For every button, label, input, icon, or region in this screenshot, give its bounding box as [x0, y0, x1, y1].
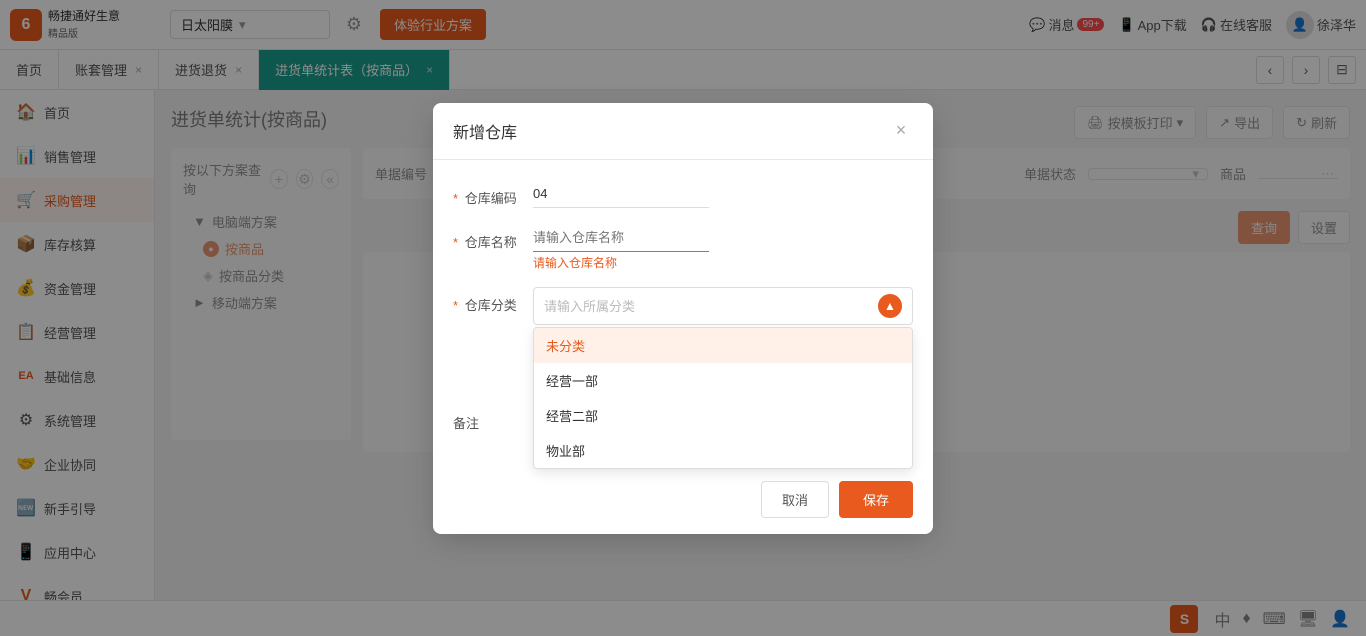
category-placeholder: 请输入所属分类: [544, 296, 635, 315]
code-label: * 仓库编码: [453, 180, 533, 207]
code-field-row: * 仓库编码: [453, 180, 913, 208]
new-warehouse-modal: 新增仓库 × * 仓库编码 * 仓库名称: [433, 103, 933, 534]
remark-label: 备注: [453, 405, 533, 432]
dropdown-item-ops1[interactable]: 经营一部: [534, 363, 912, 398]
modal-header: 新增仓库 ×: [433, 103, 933, 160]
modal-body: * 仓库编码 * 仓库名称 请输入仓库名称: [433, 160, 933, 469]
modal-close-button[interactable]: ×: [889, 119, 913, 143]
name-label: * 仓库名称: [453, 224, 533, 251]
category-dropdown[interactable]: 请输入所属分类 ▲: [533, 287, 913, 325]
code-input-wrapper: [533, 180, 913, 208]
required-icon: *: [453, 191, 458, 206]
code-input[interactable]: [533, 180, 709, 208]
dropdown-item-uncategorized[interactable]: 未分类: [534, 328, 912, 363]
name-input-wrapper: 请输入仓库名称: [533, 224, 913, 271]
category-required-icon: *: [453, 298, 458, 313]
category-label: * 仓库分类: [453, 287, 533, 314]
cancel-button[interactable]: 取消: [761, 481, 829, 518]
save-button[interactable]: 保存: [839, 481, 913, 518]
name-input[interactable]: [533, 224, 709, 252]
category-dropdown-list: 未分类 经营一部 经营二部 物业部: [533, 327, 913, 469]
category-input-wrapper: 请输入所属分类 ▲ 未分类 经营一部 经营二部 物业部: [533, 287, 913, 325]
dropdown-item-ops2[interactable]: 经营二部: [534, 398, 912, 433]
modal-overlay: 新增仓库 × * 仓库编码 * 仓库名称: [0, 0, 1366, 636]
name-field-row: * 仓库名称 请输入仓库名称: [453, 224, 913, 271]
dropdown-arrow-up-icon: ▲: [878, 294, 902, 318]
dropdown-item-property[interactable]: 物业部: [534, 433, 912, 468]
modal-title: 新增仓库: [453, 119, 517, 143]
name-required-icon: *: [453, 235, 458, 250]
modal-footer: 取消 保存: [433, 469, 933, 534]
name-error-tip: 请输入仓库名称: [533, 254, 913, 271]
category-field-row: * 仓库分类 请输入所属分类 ▲ 未分类 经营一部 经营二部 物业部: [453, 287, 913, 325]
